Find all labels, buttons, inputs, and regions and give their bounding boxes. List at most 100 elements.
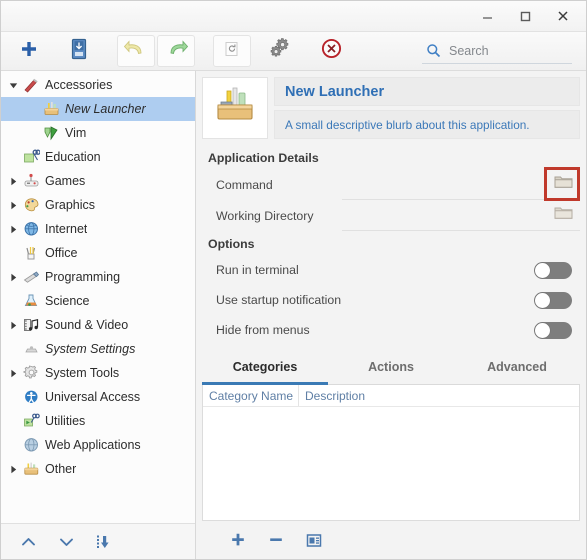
sidebar-item-system-tools[interactable]: System Tools	[1, 361, 195, 385]
restore-button[interactable]	[213, 35, 251, 67]
undo-arrow-icon	[123, 39, 148, 63]
accessories-icon	[21, 76, 41, 94]
command-input[interactable]	[342, 170, 546, 200]
sidebar-item-label: System Settings	[45, 342, 136, 356]
search-input[interactable]	[449, 43, 559, 58]
save-icon	[69, 38, 89, 65]
add-launcher-button[interactable]	[9, 35, 49, 67]
options-list: Run in terminal Use startup notification H…	[202, 255, 580, 345]
chevron-right-icon[interactable]	[5, 197, 21, 213]
sidebar-item-vim[interactable]: Vim	[1, 121, 195, 145]
chevron-down-icon[interactable]	[5, 77, 21, 93]
sidebar-item-label: Graphics	[45, 198, 96, 212]
chevron-right-icon[interactable]	[5, 317, 21, 333]
chevron-right-icon[interactable]	[5, 461, 21, 477]
chevron-right-icon[interactable]	[5, 269, 21, 285]
minimize-button[interactable]	[468, 1, 506, 31]
sidebar-item-label: Science	[45, 294, 90, 308]
menu-tree-sidebar: Accessories New Launcher Vim Education Games…	[1, 71, 196, 559]
tab-categories[interactable]: Categories	[202, 353, 328, 385]
sidebar-item-graphics[interactable]: Graphics	[1, 193, 195, 217]
delete-circle-icon	[321, 38, 342, 64]
toggle-use-startup-notification[interactable]	[534, 291, 572, 309]
utilities-icon	[21, 412, 41, 430]
plus-icon	[19, 39, 39, 64]
tab-advanced[interactable]: Advanced	[454, 353, 580, 385]
command-label: Command	[216, 177, 273, 192]
app-header: New Launcher A small descriptive blurb a…	[202, 77, 580, 139]
toggle-hide-from-menus[interactable]	[534, 321, 572, 339]
title-bar	[1, 1, 586, 32]
app-blurb-field[interactable]: A small descriptive blurb about this app…	[274, 110, 580, 139]
preferences-button[interactable]	[261, 35, 301, 67]
chevron-right-icon[interactable]	[5, 365, 21, 381]
sidebar-item-system-settings[interactable]: System Settings	[1, 337, 195, 361]
chevron-right-icon[interactable]	[5, 221, 21, 237]
search-icon	[426, 43, 441, 58]
sidebar-item-label: Programming	[45, 270, 121, 284]
main-toolbar	[1, 32, 586, 71]
maximize-button[interactable]	[506, 1, 544, 31]
column-header-description[interactable]: Description	[299, 385, 579, 406]
table-body[interactable]	[203, 407, 579, 520]
move-up-button[interactable]	[11, 529, 45, 555]
system-tools-icon	[21, 364, 41, 382]
sidebar-item-label: New Launcher	[65, 102, 146, 116]
gears-icon	[270, 37, 292, 65]
sidebar-item-label: Web Applications	[45, 438, 141, 452]
command-browse-button[interactable]	[546, 170, 580, 200]
sound-video-icon	[21, 316, 41, 334]
sidebar-item-web-applications[interactable]: Web Applications	[1, 433, 195, 457]
sidebar-item-accessories[interactable]: Accessories	[1, 73, 195, 97]
working-directory-input[interactable]	[342, 201, 546, 231]
office-icon	[21, 244, 41, 262]
search-field[interactable]	[422, 38, 572, 64]
sidebar-item-programming[interactable]: Programming	[1, 265, 195, 289]
app-icon-button[interactable]	[202, 77, 268, 139]
remove-category-button[interactable]	[258, 527, 294, 553]
chevron-right-icon[interactable]	[5, 173, 21, 189]
sidebar-item-label: Universal Access	[45, 390, 141, 404]
sidebar-item-universal-access[interactable]: Universal Access	[1, 385, 195, 409]
tab-actions[interactable]: Actions	[328, 353, 454, 385]
undo-button[interactable]	[117, 35, 155, 67]
option-label: Run in terminal	[216, 263, 299, 277]
redo-button[interactable]	[157, 35, 195, 67]
sidebar-item-internet[interactable]: Internet	[1, 217, 195, 241]
move-down-button[interactable]	[49, 529, 83, 555]
move-into-button[interactable]	[87, 529, 121, 555]
sidebar-item-games[interactable]: Games	[1, 169, 195, 193]
option-row: Use startup notification	[202, 285, 580, 315]
add-category-button[interactable]	[220, 527, 256, 553]
app-title-field[interactable]: New Launcher	[274, 77, 580, 106]
toggle-knob	[535, 322, 550, 338]
sidebar-item-other[interactable]: Other	[1, 457, 195, 481]
sidebar-item-label: Utilities	[45, 414, 86, 428]
sidebar-item-office[interactable]: Office	[1, 241, 195, 265]
option-row: Hide from menus	[202, 315, 580, 345]
sidebar-item-education[interactable]: Education	[1, 145, 195, 169]
detail-tabs[interactable]: Categories Actions Advanced	[202, 353, 580, 385]
sidebar-item-label: Education	[45, 150, 101, 164]
vim-icon	[41, 124, 61, 142]
sidebar-item-label: System Tools	[45, 366, 120, 380]
working-directory-browse-button[interactable]	[546, 201, 580, 231]
option-row: Run in terminal	[202, 255, 580, 285]
save-button[interactable]	[59, 35, 99, 67]
sidebar-item-new-launcher[interactable]: New Launcher	[1, 97, 195, 121]
sidebar-item-sound-video[interactable]: Sound & Video	[1, 313, 195, 337]
folder-icon	[554, 205, 573, 225]
menu-tree[interactable]: Accessories New Launcher Vim Education Games…	[1, 71, 195, 523]
sidebar-item-utilities[interactable]: Utilities	[1, 409, 195, 433]
column-header-category-name[interactable]: Category Name	[203, 385, 299, 406]
options-heading: Options	[208, 237, 255, 251]
sidebar-item-label: Office	[45, 246, 78, 260]
sidebar-item-science[interactable]: Science	[1, 289, 195, 313]
delete-button[interactable]	[311, 35, 351, 67]
toggle-run-in-terminal[interactable]	[534, 261, 572, 279]
universal-access-icon	[21, 388, 41, 406]
edit-category-button[interactable]	[296, 527, 332, 553]
new-launcher-icon	[41, 100, 61, 118]
close-button[interactable]	[544, 1, 582, 31]
education-icon	[21, 148, 41, 166]
